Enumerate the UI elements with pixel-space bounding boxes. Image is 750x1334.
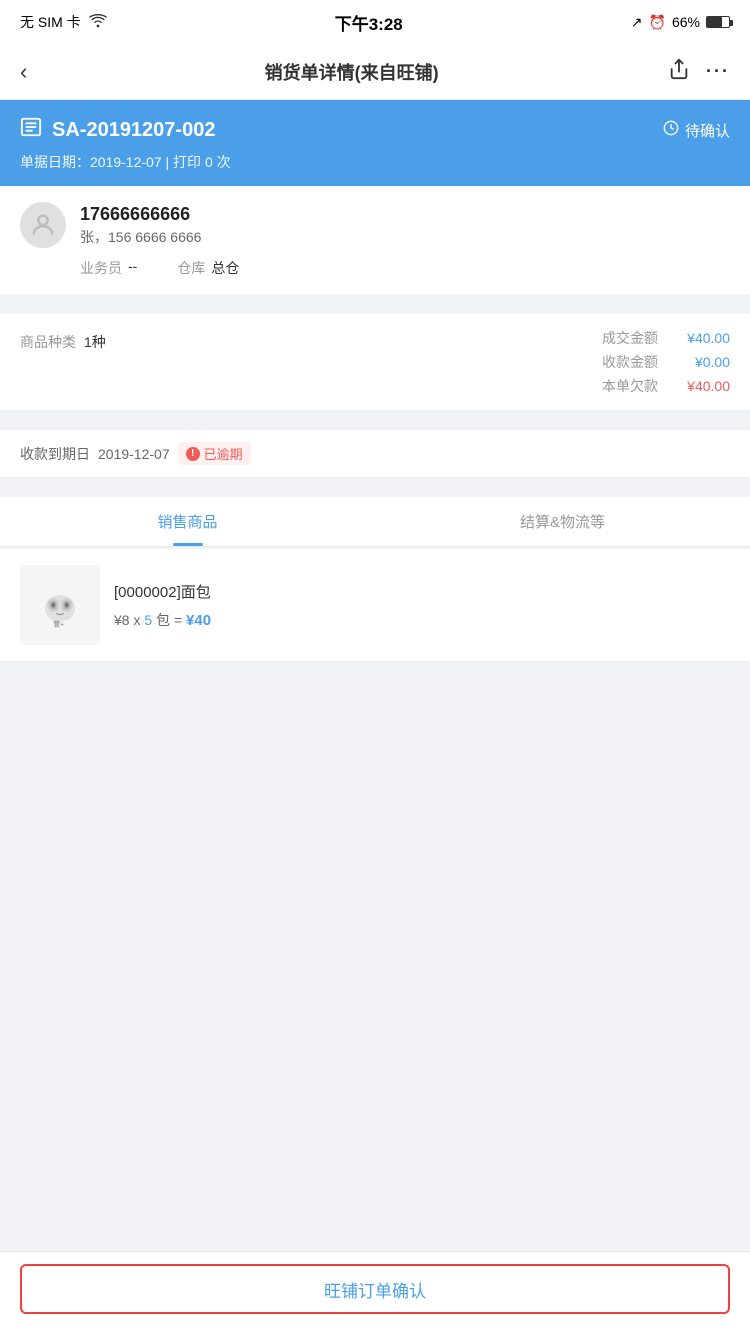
summary-amounts: 成交金额 ¥40.00 收款金额 ¥0.00 本单欠款 ¥40.00 bbox=[602, 328, 730, 396]
status-text: 待确认 bbox=[685, 120, 730, 141]
overdue-dot-icon: ! bbox=[186, 447, 200, 461]
tabs-container: 销售商品 结算&物流等 bbox=[0, 497, 750, 547]
salesperson-value: -- bbox=[128, 258, 137, 278]
divider-2 bbox=[0, 420, 750, 430]
warehouse-label: 仓库 bbox=[177, 258, 205, 278]
order-header: SA-20191207-002 待确认 单据日期：2019-12-07 | 打印… bbox=[0, 100, 750, 186]
due-value: 2019-12-07 bbox=[98, 446, 170, 462]
avatar bbox=[20, 202, 66, 248]
carrier-label: 无 SIM 卡 bbox=[20, 12, 81, 32]
product-type-label: 商品种类 bbox=[20, 332, 76, 352]
status-left: 无 SIM 卡 bbox=[20, 12, 107, 32]
received-label: 收款金额 bbox=[602, 352, 658, 372]
order-id-text: SA-20191207-002 bbox=[52, 119, 215, 142]
status-clock-icon bbox=[663, 120, 679, 140]
status-time: 下午3:28 bbox=[335, 10, 403, 35]
status-bar: 无 SIM 卡 下午3:28 ↗ ⏰ 66% bbox=[0, 0, 750, 44]
due-label: 收款到期日 bbox=[20, 444, 90, 464]
customer-card: 17666666666 张，156 6666 6666 业务员 -- 仓库 总仓 bbox=[0, 186, 750, 294]
owed-label: 本单欠款 bbox=[602, 376, 658, 396]
product-thumbnail: 管+ bbox=[20, 565, 100, 645]
customer-phone: 17666666666 bbox=[80, 204, 201, 225]
salesperson-label: 业务员 bbox=[80, 258, 122, 278]
divider-3 bbox=[0, 487, 750, 497]
product-item: 管+ [0000002]面包 ¥8 x 5 包 = ¥40 bbox=[0, 549, 750, 661]
tab-sales-products[interactable]: 销售商品 bbox=[0, 497, 375, 546]
owed-value: ¥40.00 bbox=[670, 378, 730, 394]
warehouse-value: 总仓 bbox=[211, 258, 239, 278]
overdue-text: 已逾期 bbox=[204, 444, 243, 463]
received-value: ¥0.00 bbox=[670, 354, 730, 370]
deal-amount-label: 成交金额 bbox=[602, 328, 658, 348]
total-price: ¥40 bbox=[186, 612, 211, 629]
back-button[interactable]: ‹ bbox=[12, 51, 35, 93]
deal-amount-value: ¥40.00 bbox=[670, 330, 730, 346]
product-info: [0000002]面包 ¥8 x 5 包 = ¥40 bbox=[114, 581, 730, 630]
nav-bar: ‹ 销货单详情(来自旺铺) ··· bbox=[0, 44, 750, 100]
battery-percent: 66% bbox=[672, 14, 700, 30]
confirm-order-button[interactable]: 旺铺订单确认 bbox=[20, 1264, 730, 1314]
unit-label: 包 bbox=[156, 612, 170, 628]
quantity: 5 bbox=[144, 612, 152, 628]
page-title: 销货单详情(来自旺铺) bbox=[265, 59, 439, 85]
more-button[interactable]: ··· bbox=[706, 61, 730, 82]
tab-settlement-logistics[interactable]: 结算&物流等 bbox=[375, 497, 750, 546]
status-right: ↗ ⏰ 66% bbox=[631, 14, 730, 31]
alarm-icon: ⏰ bbox=[649, 14, 666, 31]
share-button[interactable] bbox=[668, 58, 690, 86]
bottom-bar: 旺铺订单确认 bbox=[0, 1251, 750, 1334]
summary-card: 商品种类 1种 成交金额 ¥40.00 收款金额 ¥0.00 本单欠款 ¥40.… bbox=[0, 314, 750, 410]
unit-price: ¥8 bbox=[114, 612, 130, 628]
product-section: 管+ [0000002]面包 ¥8 x 5 包 = ¥40 bbox=[0, 549, 750, 661]
location-icon: ↗ bbox=[631, 14, 643, 31]
order-date: 单据日期：2019-12-07 | 打印 0 次 bbox=[20, 152, 730, 172]
wifi-icon bbox=[89, 14, 107, 31]
nav-actions: ··· bbox=[668, 58, 730, 86]
svg-text:管+: 管+ bbox=[53, 620, 64, 629]
order-id: SA-20191207-002 bbox=[20, 116, 215, 144]
product-name: [0000002]面包 bbox=[114, 581, 730, 602]
empty-area bbox=[0, 661, 750, 861]
customer-meta: 业务员 -- 仓库 总仓 bbox=[20, 258, 730, 278]
divider-1 bbox=[0, 304, 750, 314]
product-price-row: ¥8 x 5 包 = ¥40 bbox=[114, 610, 730, 630]
order-icon bbox=[20, 116, 42, 144]
product-type-value: 1种 bbox=[84, 332, 106, 352]
battery-icon bbox=[706, 16, 730, 28]
overdue-badge: ! 已逾期 bbox=[178, 442, 251, 465]
due-date-card: 收款到期日 2019-12-07 ! 已逾期 bbox=[0, 430, 750, 477]
customer-contact: 张，156 6666 6666 bbox=[80, 227, 201, 247]
order-status: 待确认 bbox=[663, 120, 730, 141]
